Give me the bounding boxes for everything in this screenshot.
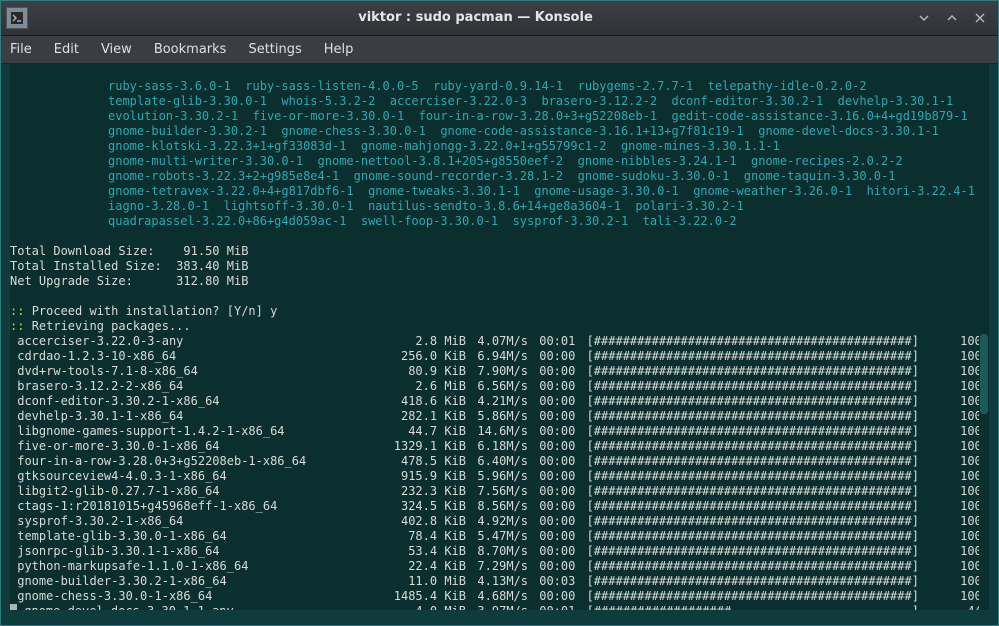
package-list-line: quadrapassel-3.22.0+86+g4d059ac-1 swell-… [108,214,989,229]
download-row: accerciser-3.22.0-3-any2.8 MiB4.07M/s 00… [10,334,989,349]
package-list-line: gnome-tetravex-3.22.0+4+g817dbf6-1 gnome… [108,184,989,199]
download-row: gtksourceview4-4.0.3-1-x86_64915.9 KiB5.… [10,469,989,484]
package-list-line: gnome-multi-writer-3.30.0-1 gnome-nettoo… [108,154,989,169]
menu-bookmarks[interactable]: Bookmarks [154,42,227,57]
menu-settings[interactable]: Settings [248,42,301,57]
package-list-line: evolution-3.30.2-1 five-or-more-3.30.0-1… [108,109,989,124]
download-row: python-markupsafe-1.1.0-1-x86_6422.4 KiB… [10,559,989,574]
download-row: brasero-3.12.2-2-x86_642.6 MiB6.56M/s 00… [10,379,989,394]
download-row: template-glib-3.30.0-1-x86_6478.4 KiB5.4… [10,529,989,544]
download-row: dconf-editor-3.30.2-1-x86_64418.6 KiB4.2… [10,394,989,409]
download-row: jsonrpc-glib-3.30.1-1-x86_6453.4 KiB8.70… [10,544,989,559]
blank-line [10,289,989,304]
download-row: libgit2-glib-0.27.7-1-x86_64232.3 KiB7.5… [10,484,989,499]
maximize-button[interactable] [943,9,961,27]
retrieving-packages: :: Retrieving packages... [10,319,989,334]
package-list-line: gnome-klotski-3.22.3+1+gf33083d-1 gnome-… [108,139,989,154]
package-list-line: ruby-sass-3.6.0-1 ruby-sass-listen-4.0.0… [108,79,989,94]
download-row: sysprof-3.30.2-1-x86_64402.8 KiB4.92M/s … [10,514,989,529]
download-row: devhelp-3.30.1-1-x86_64282.1 KiB5.86M/s … [10,409,989,424]
download-row: four-in-a-row-3.28.0+3+g52208eb-1-x86_64… [10,454,989,469]
terminal-cursor [10,604,17,610]
download-row: gnome-devel-docs-3.30.1-1-any4.0 MiB3.97… [10,604,989,610]
menu-edit[interactable]: Edit [54,42,79,57]
download-row: dvd+rw-tools-7.1-8-x86_6480.9 KiB7.90M/s… [10,364,989,379]
download-row: ctags-1:r20181015+g45968eff-1-x86_64324.… [10,499,989,514]
terminal-scrollbar[interactable] [979,64,989,610]
konsole-icon [6,7,28,29]
total-installed-size: Total Installed Size: 383.40 MiB [10,259,989,274]
close-button[interactable] [971,9,989,27]
net-upgrade-size: Net Upgrade Size: 312.80 MiB [10,274,989,289]
package-list-line: template-glib-3.30.0-1 whois-5.3.2-2 acc… [108,94,989,109]
window-title: viktor : sudo pacman — Konsole [36,10,915,25]
menu-file[interactable]: File [10,42,32,57]
download-row: five-or-more-3.30.0-1-x86_641329.1 KiB6.… [10,439,989,454]
download-row: cdrdao-1.2.3-10-x86_64256.0 KiB6.94M/s 0… [10,349,989,364]
minimize-button[interactable] [915,9,933,27]
titlebar[interactable]: viktor : sudo pacman — Konsole [0,0,999,36]
total-download-size: Total Download Size: 91.50 MiB [10,244,989,259]
scrollbar-thumb[interactable] [980,334,988,414]
package-list-line: iagno-3.28.0-1 lightsoff-3.30.0-1 nautil… [108,199,989,214]
menu-view[interactable]: View [101,42,132,57]
package-list-line: gnome-robots-3.22.3+2+g985e8e4-1 gnome-s… [108,169,989,184]
menu-help[interactable]: Help [324,42,354,57]
proceed-prompt: :: Proceed with installation? [Y/n] y [10,304,989,319]
menubar: File Edit View Bookmarks Settings Help [0,36,999,64]
download-row: gnome-chess-3.30.0-1-x86_641485.4 KiB4.6… [10,589,989,604]
blank-line [10,229,989,244]
terminal[interactable]: ruby-sass-3.6.0-1 ruby-sass-listen-4.0.0… [10,64,989,610]
download-row: gnome-builder-3.30.2-1-x86_6411.0 MiB4.1… [10,574,989,589]
package-list-line: gnome-builder-3.30.2-1 gnome-chess-3.30.… [108,124,989,139]
download-row: libgnome-games-support-1.4.2-1-x86_6444.… [10,424,989,439]
